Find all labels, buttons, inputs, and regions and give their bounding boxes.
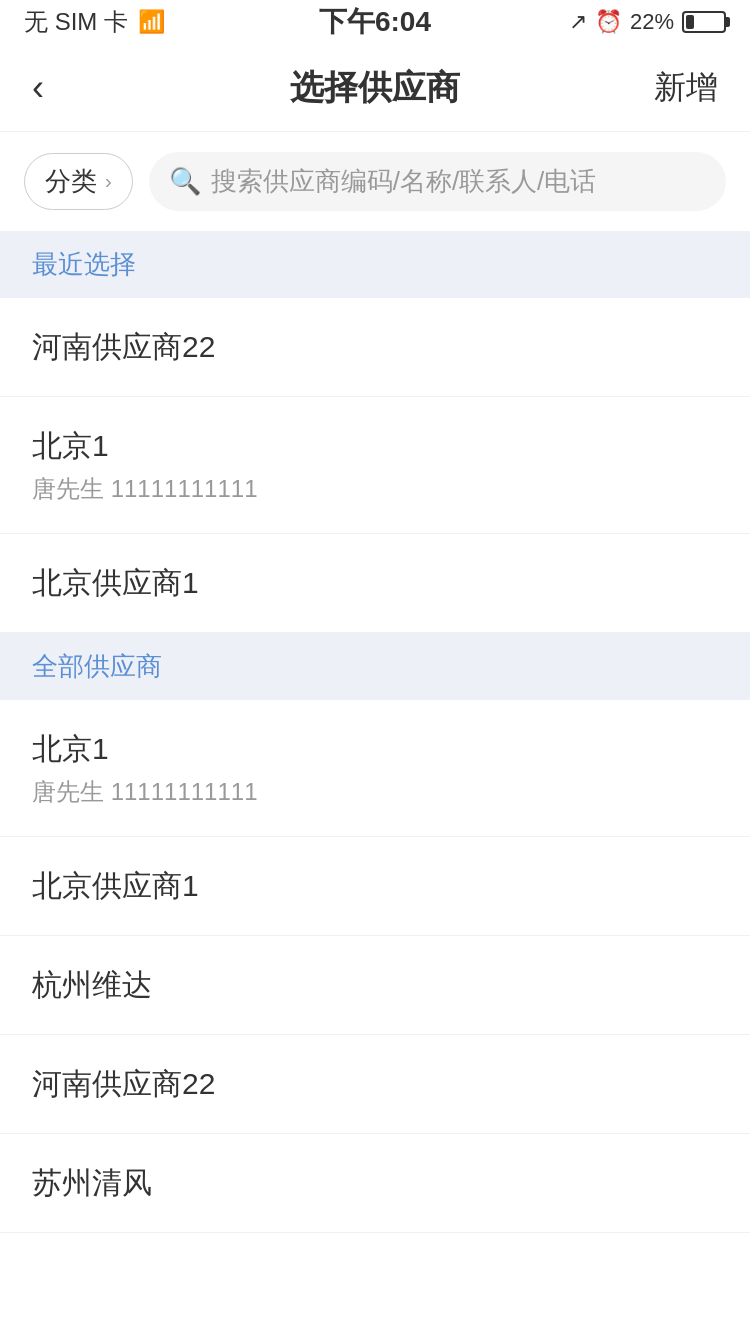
search-box[interactable]: 🔍 搜索供应商编码/名称/联系人/电话 xyxy=(149,152,726,211)
recent-list-item[interactable]: 北京1 唐先生 11111111111 xyxy=(0,397,750,534)
battery-fill xyxy=(686,15,694,29)
page-title: 选择供应商 xyxy=(290,65,460,111)
item-name: 杭州维达 xyxy=(32,964,718,1006)
item-name: 北京供应商1 xyxy=(32,562,718,604)
item-name: 河南供应商22 xyxy=(32,326,718,368)
item-name: 北京1 xyxy=(32,728,718,770)
recent-section-header: 最近选择 xyxy=(0,231,750,298)
item-contact: 唐先生 11111111111 xyxy=(32,776,718,808)
all-list-item[interactable]: 苏州清风 xyxy=(0,1134,750,1233)
item-contact: 唐先生 11111111111 xyxy=(32,473,718,505)
status-time: 下午6:04 xyxy=(319,3,431,41)
all-items-list: 北京1 唐先生 11111111111 北京供应商1 杭州维达河南供应商22 苏州清风 xyxy=(0,700,750,1233)
alarm-icon: ⏰ xyxy=(595,9,622,35)
location-icon: ↗ xyxy=(569,9,587,35)
all-section-label: 全部供应商 xyxy=(32,651,162,681)
item-name: 北京1 xyxy=(32,425,718,467)
battery-percent: 22% xyxy=(630,9,674,35)
search-placeholder: 搜索供应商编码/名称/联系人/电话 xyxy=(211,164,597,199)
all-list-item[interactable]: 杭州维达 xyxy=(0,936,750,1035)
status-bar: 无 SIM 卡 📶 下午6:04 ↗ ⏰ 22% xyxy=(0,0,750,44)
back-button[interactable]: ‹ xyxy=(32,57,54,119)
wifi-icon: 📶 xyxy=(138,9,165,35)
all-list-item[interactable]: 北京1 唐先生 11111111111 xyxy=(0,700,750,837)
recent-section-label: 最近选择 xyxy=(32,249,136,279)
status-left: 无 SIM 卡 📶 xyxy=(24,6,165,38)
filter-bar: 分类 › 🔍 搜索供应商编码/名称/联系人/电话 xyxy=(0,132,750,231)
category-label: 分类 xyxy=(45,164,97,199)
search-icon: 🔍 xyxy=(169,166,201,197)
item-name: 苏州清风 xyxy=(32,1162,718,1204)
no-sim-label: 无 SIM 卡 xyxy=(24,6,128,38)
nav-bar: ‹ 选择供应商 新增 xyxy=(0,44,750,132)
all-list-item[interactable]: 北京供应商1 xyxy=(0,837,750,936)
battery-bar xyxy=(682,11,726,33)
recent-items-list: 河南供应商22 北京1 唐先生 11111111111 北京供应商1 xyxy=(0,298,750,633)
status-right: ↗ ⏰ 22% xyxy=(569,9,726,35)
add-button[interactable]: 新增 xyxy=(654,66,718,110)
recent-list-item[interactable]: 北京供应商1 xyxy=(0,534,750,633)
all-list-item[interactable]: 河南供应商22 xyxy=(0,1035,750,1134)
recent-list-item[interactable]: 河南供应商22 xyxy=(0,298,750,397)
all-section-header: 全部供应商 xyxy=(0,633,750,700)
item-name: 河南供应商22 xyxy=(32,1063,718,1105)
chevron-right-icon: › xyxy=(105,170,112,193)
category-filter[interactable]: 分类 › xyxy=(24,153,133,210)
item-name: 北京供应商1 xyxy=(32,865,718,907)
